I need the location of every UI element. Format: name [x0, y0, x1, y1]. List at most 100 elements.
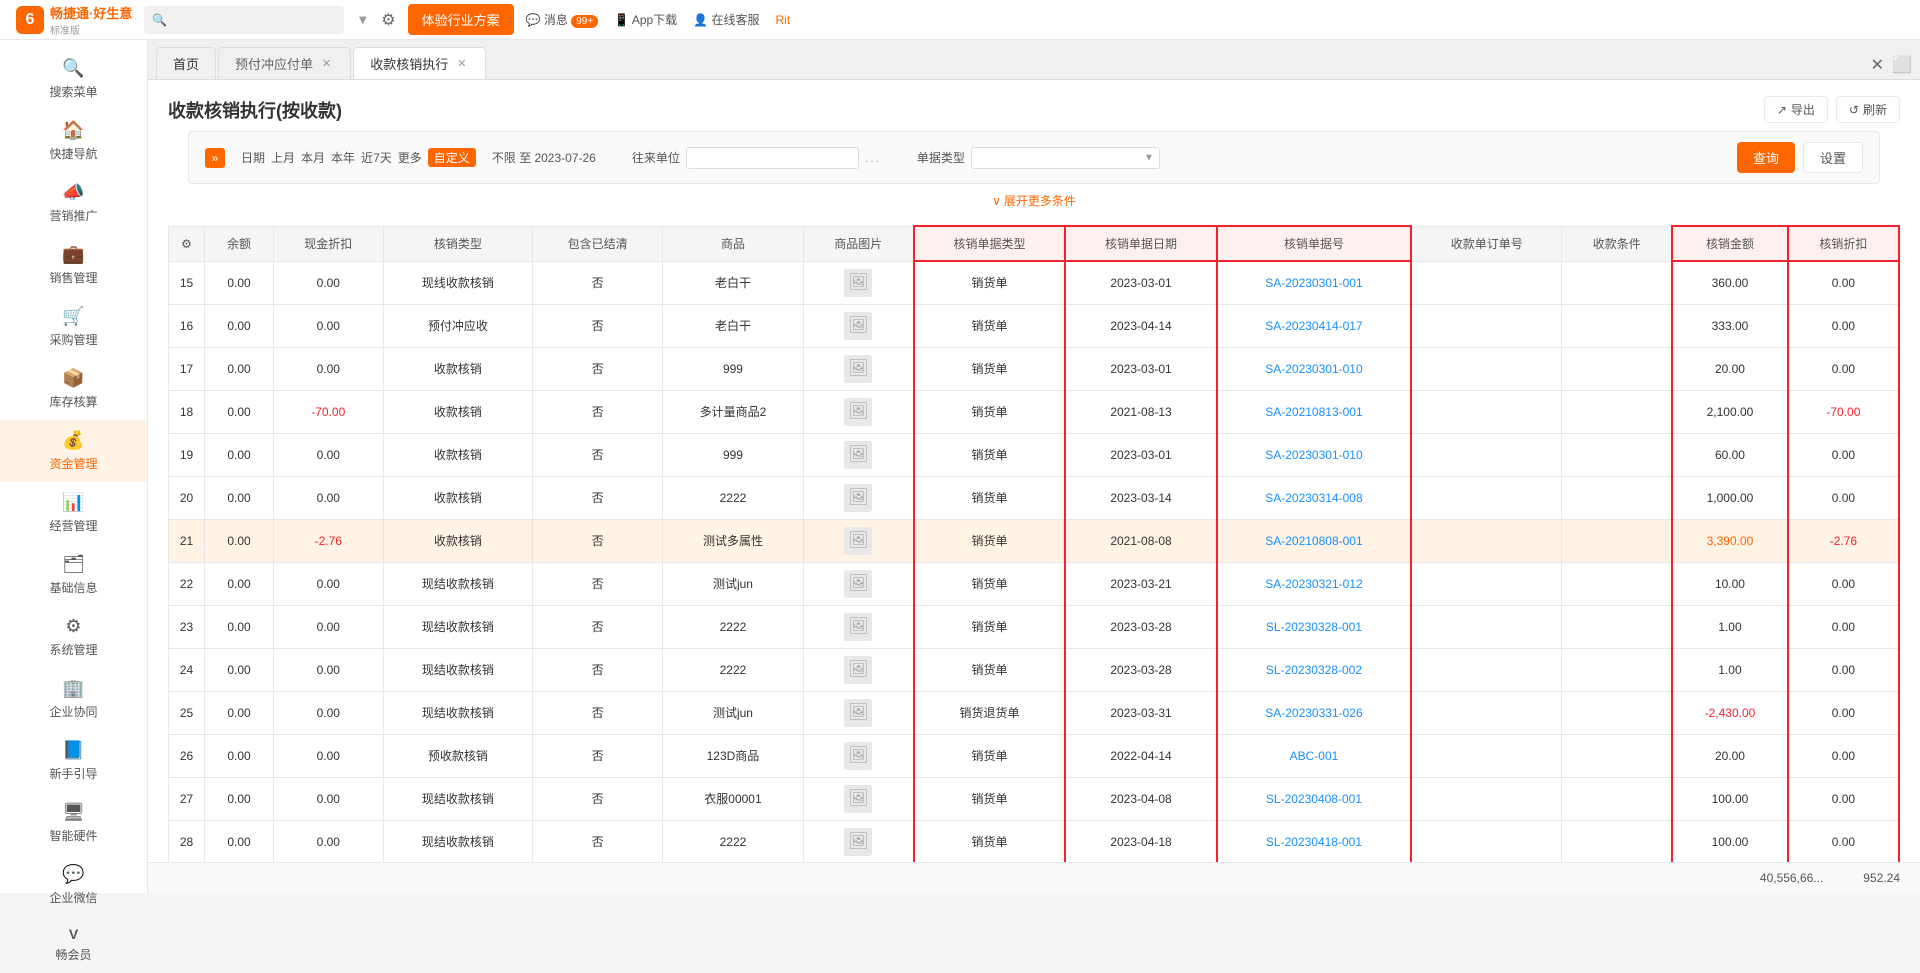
row-verify-bill-type: 销货单: [914, 734, 1066, 777]
row-balance: 0.00: [205, 519, 274, 562]
sidebar-item-search[interactable]: 🔍 搜索菜单: [0, 48, 147, 110]
sidebar-item-finance[interactable]: 💰 资金管理: [0, 420, 147, 482]
row-balance: 0.00: [205, 433, 274, 476]
date-opt-7days[interactable]: 近7天: [361, 149, 392, 166]
date-opt-more[interactable]: 更多: [398, 149, 422, 166]
sidebar-item-smart[interactable]: 🖥 智能硬件: [0, 792, 147, 854]
th-gear[interactable]: ⚙: [169, 226, 205, 261]
row-verify-bill-no[interactable]: SA-20230321-012: [1217, 562, 1411, 605]
brand-name: 畅捷通·好生意: [50, 3, 132, 22]
bill-no-link[interactable]: SL-20230328-002: [1266, 663, 1362, 677]
row-no: 22: [169, 562, 205, 605]
row-include-settled: 否: [533, 820, 663, 862]
maximize-icon[interactable]: ⬜: [1892, 55, 1912, 75]
bill-no-link[interactable]: SL-20230328-001: [1266, 620, 1362, 634]
row-verify-bill-date: 2023-03-21: [1065, 562, 1217, 605]
sidebar-item-shortcut[interactable]: 🏠 快捷导航: [0, 110, 147, 172]
sidebar-item-inventory[interactable]: 📦 库存核算: [0, 358, 147, 420]
bill-no-link[interactable]: SA-20230331-026: [1265, 706, 1362, 720]
expand-more-btn[interactable]: ∨ 展开更多条件: [992, 188, 1076, 213]
export-button[interactable]: ↗ 导出: [1764, 96, 1828, 123]
bill-type-input[interactable]: [971, 147, 1160, 169]
tab-close-receipt[interactable]: ✕: [454, 56, 469, 71]
bill-no-link[interactable]: SL-20230408-001: [1266, 792, 1362, 806]
sidebar-item-member[interactable]: V 畅会员: [0, 916, 147, 973]
filter-expand-btn[interactable]: »: [205, 148, 225, 168]
row-verify-bill-no[interactable]: SA-20210813-001: [1217, 390, 1411, 433]
row-verify-bill-no[interactable]: SL-20230418-001: [1217, 820, 1411, 862]
date-label: 日期: [241, 149, 265, 166]
sidebar-item-purchase[interactable]: 🛒 采购管理: [0, 296, 147, 358]
bill-no-link[interactable]: SL-20230418-001: [1266, 835, 1362, 849]
bill-no-link[interactable]: SA-20210808-001: [1265, 534, 1362, 548]
tab-close-prepay[interactable]: ✕: [319, 56, 334, 71]
bill-no-link[interactable]: SA-20230301-010: [1265, 448, 1362, 462]
row-cash-discount: 0.00: [274, 734, 383, 777]
filter-bar: » 日期 上月 本月 本年 近7天 更多 自定义 不限 至 202: [188, 131, 1880, 184]
row-verify-bill-date: 2023-03-14: [1065, 476, 1217, 519]
sidebar-item-enterprise[interactable]: 🏢 企业协同: [0, 668, 147, 730]
row-verify-bill-no[interactable]: SL-20230328-001: [1217, 605, 1411, 648]
bill-no-link[interactable]: SA-20230301-001: [1265, 276, 1362, 290]
query-button[interactable]: 查询: [1737, 142, 1795, 173]
app-download-btn[interactable]: 📱 App下载: [614, 11, 677, 28]
table-row: 24 0.00 0.00 现结收款核销 否 2222 🖼 销货单 2023-03…: [169, 648, 1900, 691]
table-container[interactable]: ⚙ 余额 现金折扣 核销类型 包含已结清 商品 商品图片 核销单据类型 核销单据…: [148, 225, 1920, 862]
experience-btn[interactable]: 体验行业方案: [408, 4, 514, 35]
row-verify-bill-no[interactable]: SA-20230301-010: [1217, 433, 1411, 476]
row-cash-discount: 0.00: [274, 433, 383, 476]
row-include-settled: 否: [533, 648, 663, 691]
tab-receipt[interactable]: 收款核销执行 ✕: [353, 47, 486, 79]
sidebar-item-basic[interactable]: 🗂 基础信息: [0, 544, 147, 606]
wechat-icon: 💬: [62, 864, 84, 885]
sidebar-item-marketing[interactable]: 📣 营销推广: [0, 172, 147, 234]
close-all-icon[interactable]: ✕: [1871, 55, 1884, 75]
app-layout: 🔍 搜索菜单 🏠 快捷导航 📣 营销推广 💼 销售管理 🛒 采购管理 📦 库存核…: [0, 40, 1920, 893]
tab-prepay[interactable]: 预付冲应付单 ✕: [218, 47, 351, 79]
bill-no-link[interactable]: SA-20230321-012: [1265, 577, 1362, 591]
row-verify-bill-date: 2021-08-13: [1065, 390, 1217, 433]
row-verify-type: 收款核销: [383, 347, 533, 390]
goods-img-cell: 🖼: [803, 347, 913, 390]
row-verify-bill-no[interactable]: SA-20230331-026: [1217, 691, 1411, 734]
purchase-icon: 🛒: [62, 306, 84, 327]
sidebar-item-system[interactable]: ⚙ 系统管理: [0, 606, 147, 668]
gear-icon[interactable]: ⚙: [381, 10, 395, 30]
refresh-button[interactable]: ↺ 刷新: [1836, 96, 1900, 123]
row-verify-bill-no[interactable]: SL-20230328-002: [1217, 648, 1411, 691]
row-verify-amount: 333.00: [1672, 304, 1788, 347]
notification-btn[interactable]: 💬 消息 99+: [526, 11, 599, 28]
row-goods: 999: [663, 433, 804, 476]
top-search-bar[interactable]: 🔍: [144, 6, 344, 34]
bill-no-link[interactable]: SA-20230301-010: [1265, 362, 1362, 376]
row-verify-bill-no[interactable]: SA-20230301-001: [1217, 261, 1411, 304]
date-opt-custom[interactable]: 自定义: [428, 148, 476, 167]
sidebar-item-wechat[interactable]: 💬 企业微信: [0, 854, 147, 916]
row-verify-bill-no[interactable]: SL-20230408-001: [1217, 777, 1411, 820]
bill-no-link[interactable]: SA-20210813-001: [1265, 405, 1362, 419]
sidebar-item-operations[interactable]: 📊 经营管理: [0, 482, 147, 544]
row-verify-bill-no[interactable]: SA-20230414-017: [1217, 304, 1411, 347]
sidebar-item-sales[interactable]: 💼 销售管理: [0, 234, 147, 296]
row-verify-discount: 0.00: [1788, 648, 1899, 691]
row-verify-bill-no[interactable]: ABC-001: [1217, 734, 1411, 777]
bill-no-link[interactable]: SA-20230414-017: [1265, 319, 1362, 333]
row-verify-bill-no[interactable]: SA-20230301-010: [1217, 347, 1411, 390]
app-logo: 6 畅捷通·好生意 标准版: [16, 3, 132, 37]
row-verify-discount: -2.76: [1788, 519, 1899, 562]
row-verify-bill-no[interactable]: SA-20230314-008: [1217, 476, 1411, 519]
sidebar-item-guide[interactable]: 📘 新手引导: [0, 730, 147, 792]
online-service-btn[interactable]: 👤 在线客服: [693, 11, 759, 28]
settings-button[interactable]: 设置: [1803, 142, 1863, 173]
partner-label: 往来单位: [632, 149, 680, 166]
date-opt-this-month[interactable]: 本月: [301, 149, 325, 166]
row-verify-discount: 0.00: [1788, 433, 1899, 476]
bill-no-link[interactable]: SA-20230314-008: [1265, 491, 1362, 505]
date-opt-this-year[interactable]: 本年: [331, 149, 355, 166]
tab-home[interactable]: 首页: [156, 47, 216, 79]
bill-no-link[interactable]: ABC-001: [1290, 749, 1339, 763]
row-balance: 0.00: [205, 347, 274, 390]
partner-input[interactable]: [686, 147, 859, 169]
date-opt-last-month[interactable]: 上月: [271, 149, 295, 166]
row-verify-bill-no[interactable]: SA-20210808-001: [1217, 519, 1411, 562]
